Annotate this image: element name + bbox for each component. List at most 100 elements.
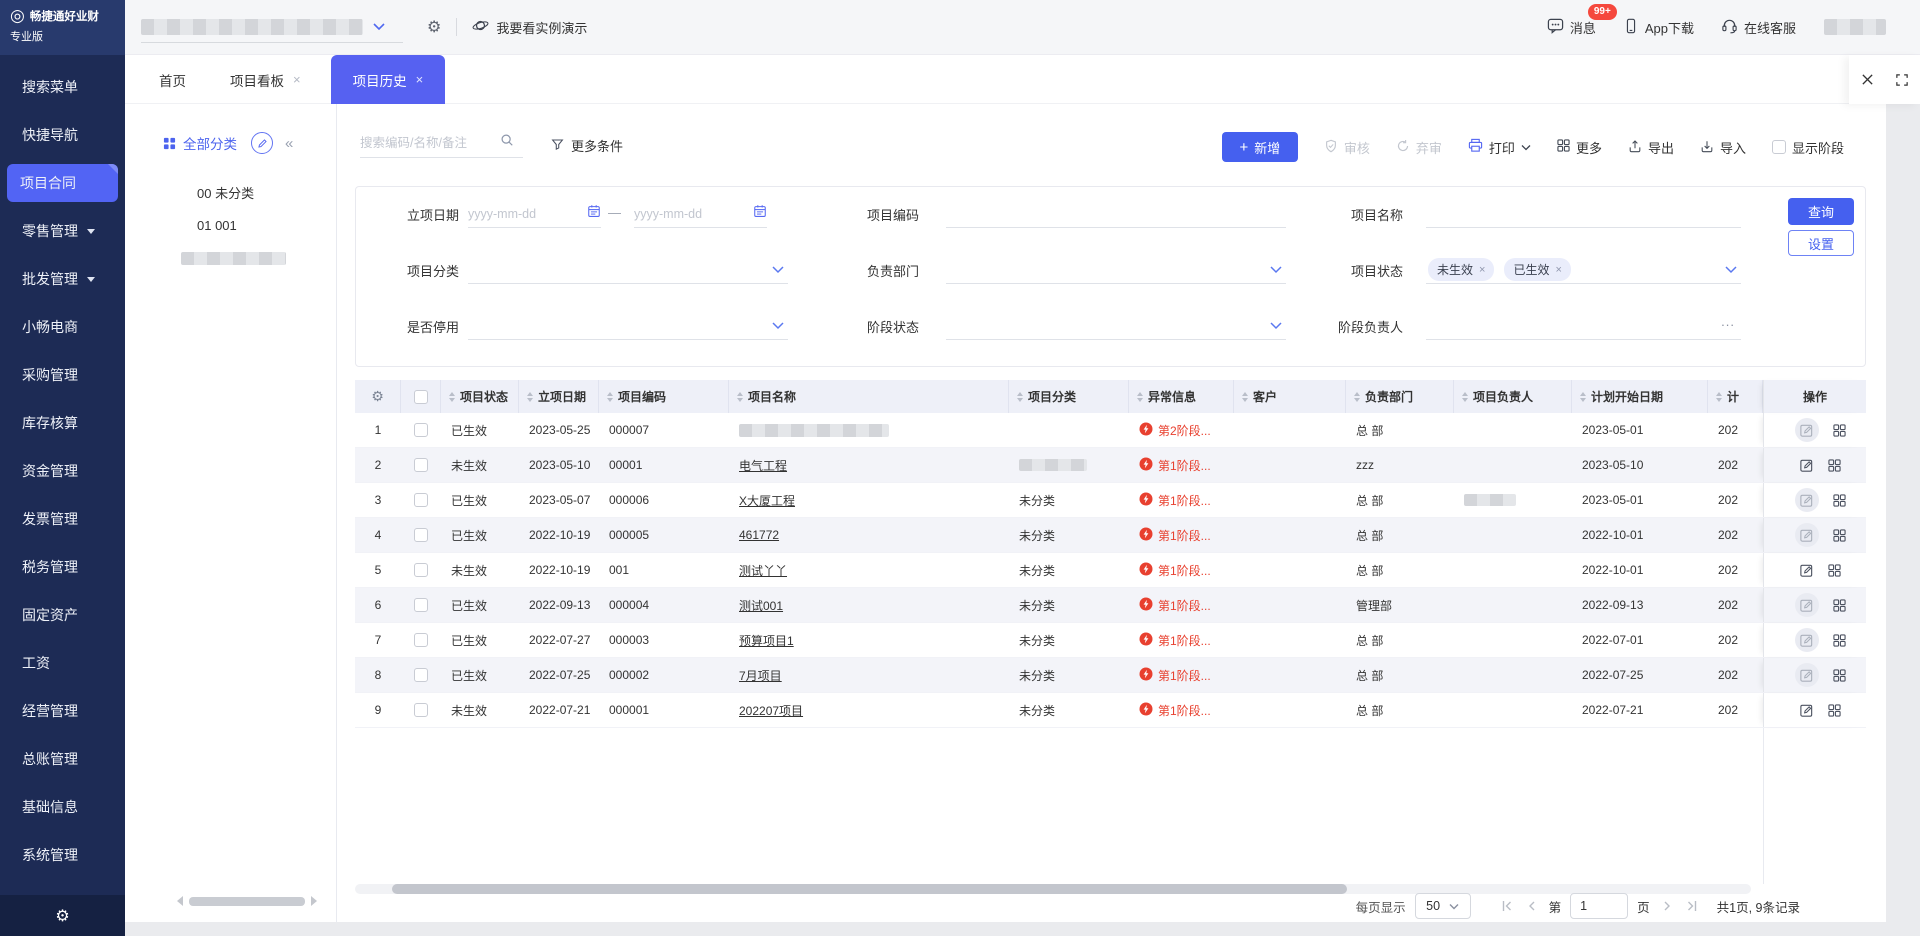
- column-header[interactable]: 项目负责人: [1454, 380, 1572, 413]
- more-actions-icon[interactable]: [1828, 458, 1841, 472]
- edit-icon[interactable]: [1799, 563, 1814, 578]
- exception-link[interactable]: 第1阶段...: [1139, 457, 1211, 474]
- tab[interactable]: 首页: [137, 55, 208, 104]
- sidebar-item[interactable]: 小畅电商: [0, 303, 125, 351]
- code-filter-input[interactable]: [946, 200, 1286, 228]
- project-name-link[interactable]: 461772: [739, 528, 779, 542]
- status-chip[interactable]: 未生效 ×: [1428, 258, 1495, 281]
- column-header[interactable]: 计: [1708, 380, 1763, 413]
- project-name-link[interactable]: 预算项目1: [739, 632, 794, 649]
- exception-link[interactable]: 第1阶段...: [1139, 702, 1211, 719]
- row-checkbox[interactable]: [414, 598, 428, 612]
- column-header[interactable]: 计划开始日期: [1572, 380, 1708, 413]
- calendar-icon[interactable]: [753, 204, 767, 223]
- sidebar-item[interactable]: 采购管理: [0, 351, 125, 399]
- user-name-redacted[interactable]: [1824, 19, 1886, 35]
- query-button[interactable]: 查询: [1788, 198, 1854, 225]
- row-checkbox[interactable]: [414, 493, 428, 507]
- ellipsis-icon[interactable]: ...: [1721, 314, 1735, 329]
- sort-icon[interactable]: [1137, 391, 1143, 402]
- row-checkbox[interactable]: [414, 423, 428, 437]
- name-filter-input[interactable]: [1426, 200, 1741, 228]
- sort-icon[interactable]: [1017, 391, 1023, 402]
- project-name-link[interactable]: 电气工程: [739, 457, 787, 474]
- column-header[interactable]: 项目分类: [1009, 380, 1129, 413]
- row-checkbox[interactable]: [414, 668, 428, 682]
- column-header[interactable]: 客户: [1234, 380, 1346, 413]
- more-actions-icon[interactable]: [1832, 598, 1846, 612]
- project-name-link[interactable]: 测试丫丫: [739, 562, 787, 579]
- project-name-link[interactable]: 测试001: [739, 597, 783, 614]
- exception-link[interactable]: 第1阶段...: [1139, 492, 1211, 509]
- column-header[interactable]: 项目编码: [599, 380, 729, 413]
- chip-remove-icon[interactable]: ×: [1555, 264, 1561, 276]
- settings-gear-icon[interactable]: ⚙: [55, 906, 69, 926]
- category-item[interactable]: [125, 242, 336, 275]
- collapse-panel-icon[interactable]: «: [285, 135, 293, 152]
- sidebar-item[interactable]: 批发管理: [0, 255, 125, 303]
- sidebar-item[interactable]: 发票管理: [0, 495, 125, 543]
- status-filter-select[interactable]: 未生效 × 已生效 ×: [1426, 256, 1741, 284]
- more-actions-icon[interactable]: [1828, 703, 1841, 717]
- column-header[interactable]: 负责部门: [1346, 380, 1454, 413]
- page-input[interactable]: [1570, 893, 1629, 919]
- tab[interactable]: 项目看板 ×: [208, 55, 323, 104]
- dept-filter-select[interactable]: [946, 256, 1286, 284]
- row-checkbox[interactable]: [414, 633, 428, 647]
- sidebar-item[interactable]: 经营管理: [0, 687, 125, 735]
- gear-icon[interactable]: ⚙: [427, 17, 441, 37]
- print-button[interactable]: 打印: [1468, 138, 1531, 157]
- column-header[interactable]: 项目状态: [441, 380, 519, 413]
- edit-icon[interactable]: [1794, 418, 1819, 442]
- scroll-right-icon[interactable]: [311, 896, 317, 906]
- sort-icon[interactable]: [527, 391, 533, 402]
- project-name-link[interactable]: 202207项目: [739, 702, 803, 719]
- edit-icon[interactable]: [1794, 593, 1819, 617]
- project-name-link[interactable]: 7月项目: [739, 667, 782, 684]
- sort-icon[interactable]: [1242, 391, 1248, 402]
- export-button[interactable]: 导出: [1628, 138, 1674, 157]
- add-button[interactable]: + 新增: [1221, 132, 1298, 162]
- messages-link[interactable]: 消息 99+: [1547, 4, 1617, 37]
- sort-icon[interactable]: [1462, 391, 1468, 402]
- exception-link[interactable]: 第1阶段...: [1139, 667, 1211, 684]
- row-checkbox[interactable]: [414, 458, 428, 472]
- column-header[interactable]: 异常信息: [1129, 380, 1234, 413]
- stage-status-filter-select[interactable]: [946, 312, 1286, 340]
- last-page-icon[interactable]: [1686, 900, 1698, 912]
- edit-icon[interactable]: [1794, 523, 1819, 547]
- row-checkbox[interactable]: [414, 703, 428, 717]
- audit-button[interactable]: 审核: [1324, 138, 1370, 157]
- row-checkbox[interactable]: [414, 563, 428, 577]
- project-name-link[interactable]: X大厦工程: [739, 492, 795, 509]
- sidebar-item[interactable]: 系统管理: [0, 831, 125, 879]
- sort-icon[interactable]: [1354, 391, 1360, 402]
- app-download-link[interactable]: App下载: [1623, 18, 1694, 37]
- edit-icon[interactable]: [1794, 663, 1819, 687]
- sidebar-item[interactable]: 快捷导航: [0, 111, 125, 159]
- category-filter-select[interactable]: [468, 256, 788, 284]
- date-to-input[interactable]: [634, 206, 730, 221]
- scrollbar-thumb[interactable]: [189, 896, 305, 906]
- more-actions-icon[interactable]: [1832, 633, 1846, 647]
- more-actions-icon[interactable]: [1832, 493, 1846, 507]
- demo-link[interactable]: 我要看实例演示: [472, 17, 587, 37]
- scrollbar-thumb[interactable]: [392, 884, 1347, 894]
- sort-icon[interactable]: [607, 391, 613, 402]
- next-page-icon[interactable]: [1661, 900, 1673, 912]
- per-page-select[interactable]: 50: [1414, 893, 1471, 919]
- column-settings-gear-icon[interactable]: ⚙: [355, 380, 401, 413]
- exception-link[interactable]: 第2阶段...: [1139, 422, 1211, 439]
- more-actions-icon[interactable]: [1828, 563, 1841, 577]
- status-chip[interactable]: 已生效 ×: [1504, 258, 1571, 281]
- column-header[interactable]: 项目名称: [729, 380, 1009, 413]
- sidebar-item[interactable]: 工资: [0, 639, 125, 687]
- date-from-input[interactable]: [468, 206, 564, 221]
- sort-icon[interactable]: [737, 391, 743, 402]
- unaudit-button[interactable]: 弃审: [1396, 138, 1442, 157]
- edit-icon[interactable]: [1794, 488, 1819, 512]
- exception-link[interactable]: 第1阶段...: [1139, 562, 1211, 579]
- edit-icon[interactable]: [1799, 458, 1814, 473]
- more-actions-icon[interactable]: [1832, 423, 1846, 437]
- tab-close-icon[interactable]: ×: [293, 72, 301, 87]
